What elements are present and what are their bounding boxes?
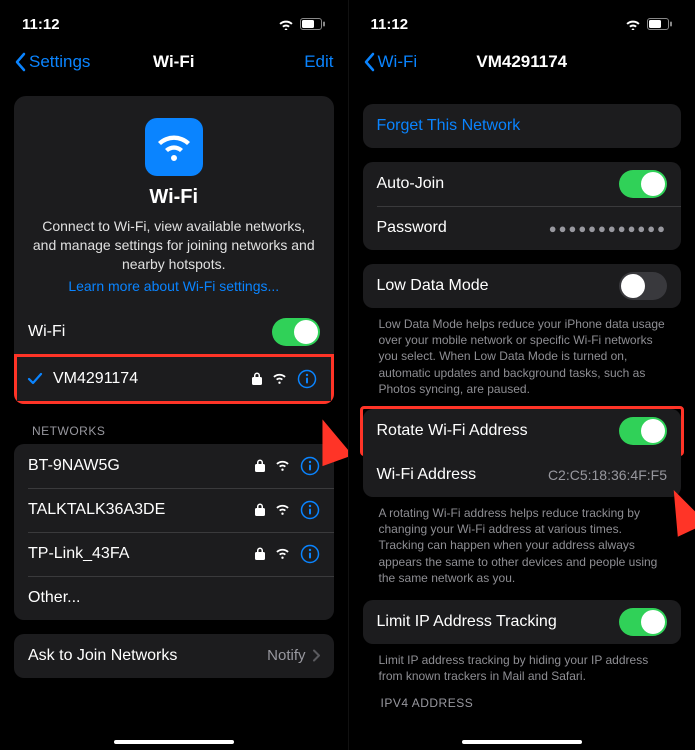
network-row[interactable]: TALKTALK36A3DE xyxy=(14,488,334,532)
lowdata-group: Low Data Mode xyxy=(363,264,682,308)
rotate-switch[interactable] xyxy=(619,417,667,445)
nav-bar: Settings Wi-Fi Edit xyxy=(0,40,348,84)
wifi-hero: Wi-Fi Connect to Wi-Fi, view available n… xyxy=(14,96,334,310)
password-label: Password xyxy=(377,219,549,237)
network-name: TP-Link_43FA xyxy=(28,545,255,563)
ask-label: Ask to Join Networks xyxy=(28,647,267,665)
ipv4-header: IPV4 ADDRESS xyxy=(363,684,682,716)
wifi-app-icon xyxy=(145,118,203,176)
networks-header: NETWORKS xyxy=(14,404,334,444)
lock-icon xyxy=(255,459,265,472)
wifi-switch[interactable] xyxy=(272,318,320,346)
limit-footer: Limit IP address tracking by hiding your… xyxy=(363,644,682,684)
back-label: Settings xyxy=(29,52,90,72)
wifi-toggle-label: Wi-Fi xyxy=(28,323,272,341)
battery-icon xyxy=(300,18,326,30)
rotate-row: Rotate Wi-Fi Address xyxy=(363,409,682,453)
lock-icon xyxy=(255,547,265,560)
info-icon[interactable] xyxy=(300,544,320,564)
nav-bar: Wi-Fi VM4291174 xyxy=(349,40,695,84)
wifiaddr-label: Wi-Fi Address xyxy=(377,466,548,484)
hero-body: Connect to Wi-Fi, view available network… xyxy=(32,217,316,274)
status-bar: 11:12 xyxy=(0,0,348,40)
autojoin-row: Auto-Join xyxy=(363,162,682,206)
ask-value: Notify xyxy=(267,647,305,664)
rotate-group: Rotate Wi-Fi Address xyxy=(363,409,682,453)
other-label: Other... xyxy=(28,589,320,607)
status-time: 11:12 xyxy=(22,16,60,33)
lowdata-switch[interactable] xyxy=(619,272,667,300)
autojoin-label: Auto-Join xyxy=(377,175,620,193)
lowdata-row: Low Data Mode xyxy=(363,264,682,308)
right-pane: 11:12 Wi-Fi VM4291174 Forget This Networ… xyxy=(348,0,695,750)
edit-button[interactable]: Edit xyxy=(304,52,333,72)
wifi-toggle-row: Wi-Fi xyxy=(14,310,334,354)
status-icons xyxy=(278,18,326,30)
autojoin-switch[interactable] xyxy=(619,170,667,198)
network-name: BT-9NAW5G xyxy=(28,457,255,475)
rotate-footer: A rotating Wi-Fi address helps reduce tr… xyxy=(363,497,682,586)
wifiaddr-value: C2:C5:18:36:4F:F5 xyxy=(548,467,667,483)
password-value: ●●●●●●●●●●●● xyxy=(549,221,667,236)
wifi-signal-icon xyxy=(275,548,290,559)
lock-icon xyxy=(252,372,262,385)
wifi-toggle-group: Wi-Fi VM4291174 xyxy=(14,310,334,404)
home-indicator[interactable] xyxy=(462,740,582,744)
other-network-row[interactable]: Other... xyxy=(14,576,334,620)
lock-icon xyxy=(255,503,265,516)
networks-list: BT-9NAW5G TALKTALK36A3DE TP-Link_43FA xyxy=(14,444,334,620)
wifi-signal-icon xyxy=(275,460,290,471)
wifiaddr-group: Wi-Fi Address C2:C5:18:36:4F:F5 xyxy=(363,453,682,497)
password-row[interactable]: Password ●●●●●●●●●●●● xyxy=(363,206,682,250)
forget-label: Forget This Network xyxy=(377,117,668,135)
connected-network-row[interactable]: VM4291174 xyxy=(17,357,331,401)
network-row[interactable]: BT-9NAW5G xyxy=(14,444,334,488)
checkmark-icon xyxy=(27,372,47,386)
info-icon[interactable] xyxy=(300,500,320,520)
status-time: 11:12 xyxy=(371,16,409,33)
wifi-status-icon xyxy=(278,18,294,30)
forget-network-button[interactable]: Forget This Network xyxy=(363,104,682,148)
limit-label: Limit IP Address Tracking xyxy=(377,613,620,631)
back-button[interactable]: Settings xyxy=(14,52,90,72)
network-row[interactable]: TP-Link_43FA xyxy=(14,532,334,576)
connected-network-name: VM4291174 xyxy=(53,370,252,388)
forget-group: Forget This Network xyxy=(363,104,682,148)
wifi-signal-icon xyxy=(272,373,287,384)
chevron-left-icon xyxy=(14,52,26,72)
lowdata-footer: Low Data Mode helps reduce your iPhone d… xyxy=(363,308,682,397)
wifiaddr-row: Wi-Fi Address C2:C5:18:36:4F:F5 xyxy=(363,453,682,497)
home-indicator[interactable] xyxy=(114,740,234,744)
rotate-label: Rotate Wi-Fi Address xyxy=(377,422,620,440)
wifi-signal-icon xyxy=(275,504,290,515)
battery-icon xyxy=(647,18,673,30)
ask-join-row[interactable]: Ask to Join Networks Notify xyxy=(14,634,334,678)
network-name: TALKTALK36A3DE xyxy=(28,501,255,519)
info-icon[interactable] xyxy=(297,369,317,389)
left-pane: 11:12 Settings Wi-Fi Edit Wi-Fi Connect … xyxy=(0,0,348,750)
back-button[interactable]: Wi-Fi xyxy=(363,52,418,72)
wifi-status-icon xyxy=(625,18,641,30)
limit-group: Limit IP Address Tracking xyxy=(363,600,682,644)
chevron-right-icon xyxy=(312,649,320,662)
lowdata-label: Low Data Mode xyxy=(377,277,620,295)
limit-row: Limit IP Address Tracking xyxy=(363,600,682,644)
status-bar: 11:12 xyxy=(349,0,695,40)
hero-title: Wi-Fi xyxy=(32,186,316,209)
join-group: Auto-Join Password ●●●●●●●●●●●● xyxy=(363,162,682,250)
info-icon[interactable] xyxy=(300,456,320,476)
back-label: Wi-Fi xyxy=(378,52,418,72)
ask-join-group: Ask to Join Networks Notify xyxy=(14,634,334,678)
limit-switch[interactable] xyxy=(619,608,667,636)
hero-learn-more-link[interactable]: Learn more about Wi-Fi settings... xyxy=(68,278,279,294)
chevron-left-icon xyxy=(363,52,375,72)
status-icons xyxy=(625,18,673,30)
